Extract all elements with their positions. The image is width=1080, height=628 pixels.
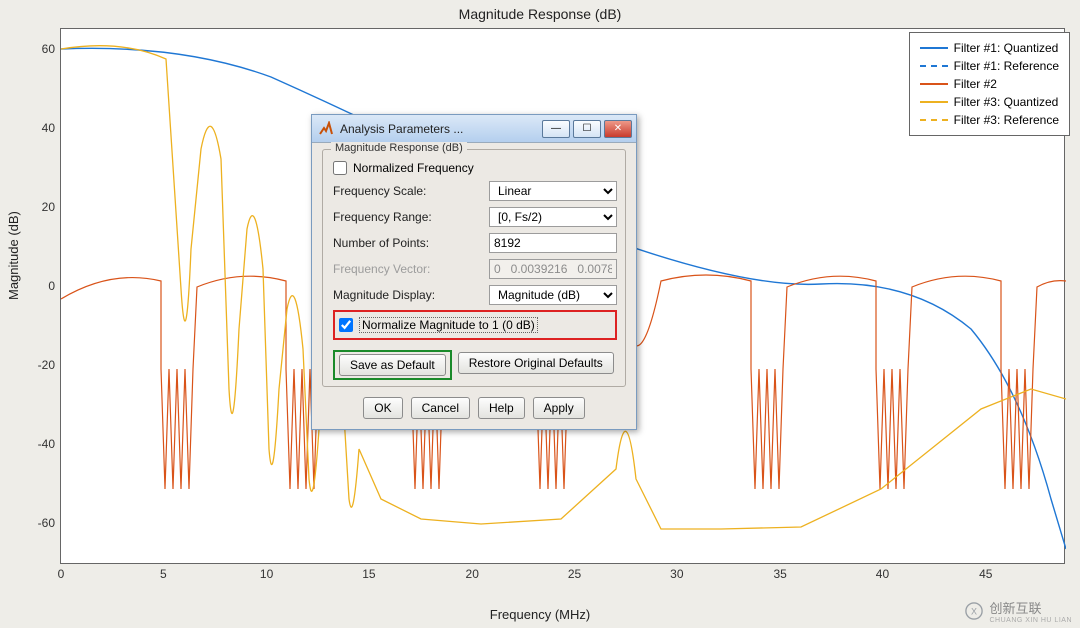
magnitude-display-select[interactable]: Magnitude (dB) [489, 285, 617, 305]
xtick: 10 [260, 563, 273, 581]
legend-label: Filter #3: Reference [954, 111, 1059, 129]
watermark-logo-icon: X [965, 602, 983, 620]
save-as-default-highlight: Save as Default [333, 350, 452, 380]
legend-swatch [920, 47, 948, 49]
ytick: -40 [38, 437, 61, 451]
legend-item[interactable]: Filter #3: Reference [920, 111, 1059, 129]
ok-button[interactable]: OK [363, 397, 402, 419]
xtick: 15 [362, 563, 375, 581]
ytick: 20 [42, 200, 61, 214]
xtick: 45 [979, 563, 992, 581]
ytick: 60 [42, 42, 61, 56]
svg-text:X: X [971, 607, 977, 617]
plot-title: Magnitude Response (dB) [0, 6, 1080, 22]
dialog-titlebar[interactable]: Analysis Parameters ... — ☐ ✕ [312, 115, 636, 143]
legend-swatch [920, 101, 948, 103]
frequency-scale-label: Frequency Scale: [333, 184, 483, 198]
xtick: 35 [773, 563, 786, 581]
ytick: 40 [42, 121, 61, 135]
x-axis-label: Frequency (MHz) [0, 607, 1080, 622]
legend-item[interactable]: Filter #1: Reference [920, 57, 1059, 75]
legend-swatch [920, 83, 948, 85]
xtick: 40 [876, 563, 889, 581]
magnitude-response-groupbox: Magnitude Response (dB) Normalized Frequ… [322, 149, 626, 387]
normalize-magnitude-label: Normalize Magnitude to 1 (0 dB) [359, 317, 538, 333]
xtick: 20 [466, 563, 479, 581]
legend-label: Filter #1: Reference [954, 57, 1059, 75]
normalize-magnitude-checkbox-row[interactable]: Normalize Magnitude to 1 (0 dB) [339, 314, 611, 336]
xtick: 0 [58, 563, 65, 581]
magnitude-display-label: Magnitude Display: [333, 288, 483, 302]
xtick: 5 [160, 563, 167, 581]
number-of-points-label: Number of Points: [333, 236, 483, 250]
legend-item[interactable]: Filter #3: Quantized [920, 93, 1059, 111]
cancel-button[interactable]: Cancel [411, 397, 470, 419]
watermark: X 创新互联 CHUANG XIN HU LIAN [965, 598, 1072, 624]
close-button[interactable]: ✕ [604, 120, 632, 138]
legend[interactable]: Filter #1: Quantized Filter #1: Referenc… [909, 32, 1070, 136]
ytick: -20 [38, 358, 61, 372]
minimize-button[interactable]: — [542, 120, 570, 138]
help-button[interactable]: Help [478, 397, 525, 419]
ytick: 0 [48, 279, 61, 293]
frequency-scale-select[interactable]: Linear [489, 181, 617, 201]
dialog-body: Magnitude Response (dB) Normalized Frequ… [312, 143, 636, 429]
frequency-vector-input [489, 259, 617, 279]
legend-label: Filter #3: Quantized [954, 93, 1059, 111]
normalized-frequency-checkbox-row[interactable]: Normalized Frequency [333, 158, 617, 178]
normalize-magnitude-checkbox[interactable] [339, 318, 353, 332]
apply-button[interactable]: Apply [533, 397, 585, 419]
analysis-parameters-dialog[interactable]: Analysis Parameters ... — ☐ ✕ Magnitude … [311, 114, 637, 430]
number-of-points-input[interactable] [489, 233, 617, 253]
normalized-frequency-label: Normalized Frequency [353, 161, 474, 175]
legend-item[interactable]: Filter #2 [920, 75, 1059, 93]
frequency-vector-label: Frequency Vector: [333, 262, 483, 276]
dialog-title: Analysis Parameters ... [340, 122, 542, 136]
xtick: 30 [670, 563, 683, 581]
watermark-brand: 创新互联 [989, 598, 1072, 617]
frequency-range-select[interactable]: [0, Fs/2) [489, 207, 617, 227]
maximize-button[interactable]: ☐ [573, 120, 601, 138]
save-as-default-button[interactable]: Save as Default [339, 354, 446, 376]
normalize-magnitude-highlight: Normalize Magnitude to 1 (0 dB) [333, 310, 617, 340]
groupbox-title: Magnitude Response (dB) [331, 142, 467, 154]
legend-swatch [920, 119, 948, 121]
legend-label: Filter #1: Quantized [954, 39, 1059, 57]
ytick: -60 [38, 516, 61, 530]
frequency-range-label: Frequency Range: [333, 210, 483, 224]
y-axis-label: Magnitude (dB) [6, 211, 21, 300]
normalized-frequency-checkbox[interactable] [333, 161, 347, 175]
watermark-sub: CHUANG XIN HU LIAN [989, 617, 1072, 624]
xtick: 25 [568, 563, 581, 581]
legend-item[interactable]: Filter #1: Quantized [920, 39, 1059, 57]
matlab-icon [318, 121, 334, 137]
restore-original-defaults-button[interactable]: Restore Original Defaults [458, 352, 614, 374]
legend-swatch [920, 65, 948, 67]
legend-label: Filter #2 [954, 75, 997, 93]
